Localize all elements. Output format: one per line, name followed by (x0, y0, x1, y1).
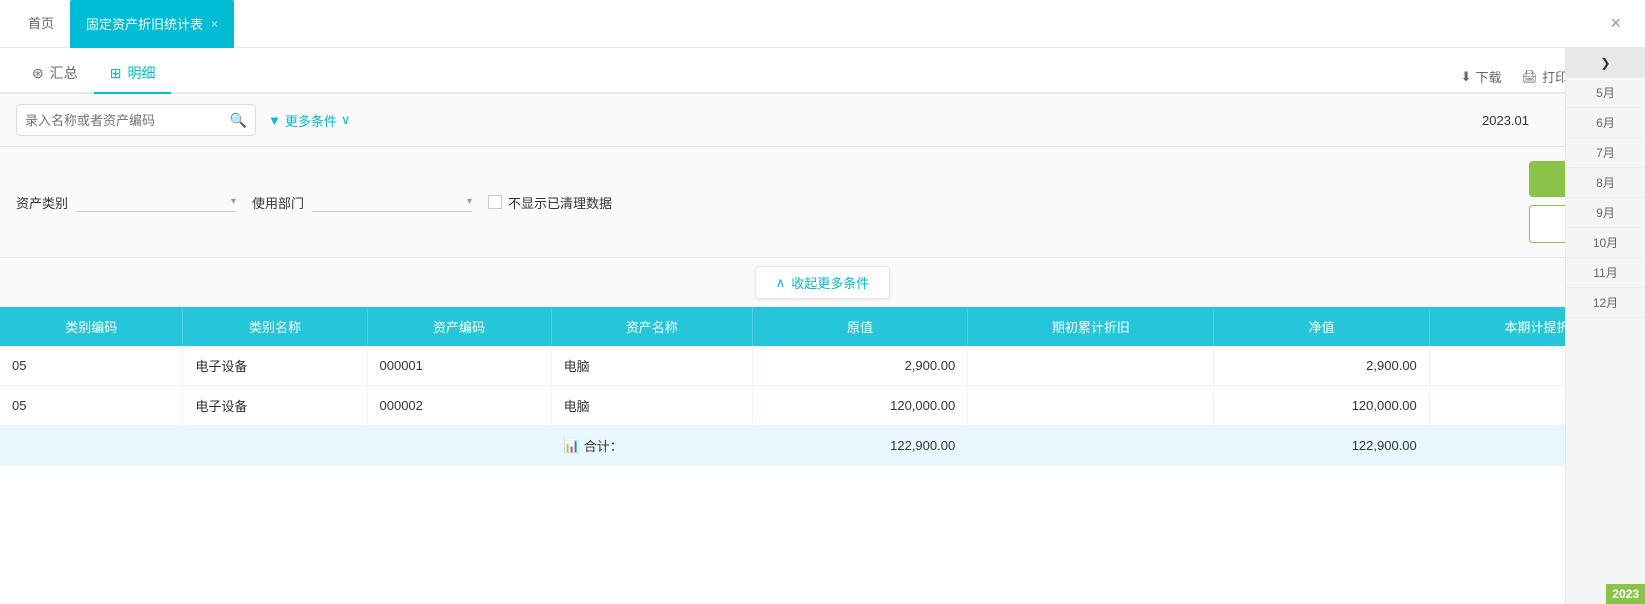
collapse-label: 收起更多条件 (791, 273, 869, 292)
month-5[interactable]: 5月 (1566, 78, 1645, 108)
col-header-cat-name: 类别名称 (183, 307, 367, 346)
col-header-original-value: 原值 (752, 307, 967, 346)
department-filter: 使用部门 ▾ (252, 192, 472, 212)
month-7[interactable]: 7月 (1566, 138, 1645, 168)
table-header-row: 类别编码 类别名称 资产编码 资产名称 原值 期初累计折旧 净值 本期计提折 (0, 307, 1645, 346)
asset-category-arrow-icon: ▾ (231, 196, 236, 207)
month-9[interactable]: 9月 (1566, 198, 1645, 228)
total-original-value: 122,900.00 (752, 426, 967, 466)
collapse-bar: ∧ 收起更多条件 (0, 258, 1645, 307)
filter-icon: ▼ (268, 113, 281, 128)
date-nav-toggle[interactable]: ❯ (1566, 48, 1645, 78)
col-header-asset-name: 资产名称 (551, 307, 752, 346)
cell-asset-code: 000001 (367, 346, 551, 386)
table-row: 05 电子设备 000002 电脑 120,000.00 120,000.00 (0, 386, 1645, 426)
main-content-area: ⊛ 汇总 ⊞ 明细 ⬇ 下载 🖨 打印 ↻ 刷新 🔍 (0, 48, 1645, 604)
top-navigation: 首页 固定资产折旧统计表 × × (0, 0, 1645, 48)
department-label: 使用部门 (252, 193, 304, 212)
data-table-wrapper: 类别编码 类别名称 资产编码 资产名称 原值 期初累计折旧 净值 本期计提折 0… (0, 307, 1645, 466)
department-select[interactable]: ▾ (312, 192, 472, 212)
year-badge: 2023 (1606, 584, 1645, 604)
search-filter-bar: 🔍 ▼ 更多条件 ∨ 2023.01 (0, 94, 1645, 147)
tab-summary[interactable]: ⊛ 汇总 (16, 54, 94, 94)
tab-summary-label: 汇总 (50, 63, 78, 83)
col-header-cat-code: 类别编码 (0, 307, 183, 346)
cell-cat-name: 电子设备 (183, 346, 367, 386)
collapse-up-icon: ∧ (776, 275, 786, 291)
hide-cleared-label: 不显示已清理数据 (508, 193, 612, 212)
download-button[interactable]: ⬇ 下载 (1461, 67, 1502, 86)
tab-detail[interactable]: ⊞ 明细 (94, 54, 172, 94)
download-icon: ⬇ (1461, 69, 1472, 85)
cell-net-value: 2,900.00 (1214, 346, 1429, 386)
cell-asset-name: 电脑 (551, 346, 752, 386)
month-11[interactable]: 11月 (1566, 258, 1645, 288)
chevron-right-icon: ❯ (1600, 56, 1610, 70)
col-header-net-value: 净值 (1214, 307, 1429, 346)
table-total-row: 📊 合计： 122,900.00 122,900.00 (0, 426, 1645, 466)
home-nav-item[interactable]: 首页 (16, 0, 66, 48)
cell-original-value: 2,900.00 (752, 346, 967, 386)
search-icon[interactable]: 🔍 (230, 112, 247, 129)
month-10[interactable]: 10月 (1566, 228, 1645, 258)
active-tab[interactable]: 固定资产折旧统计表 × (70, 0, 234, 48)
cell-cat-code: 05 (0, 346, 183, 386)
asset-depreciation-table: 类别编码 类别名称 资产编码 资产名称 原值 期初累计折旧 净值 本期计提折 0… (0, 307, 1645, 466)
month-6[interactable]: 6月 (1566, 108, 1645, 138)
print-button[interactable]: 🖨 打印 (1522, 67, 1569, 86)
month-12[interactable]: 12月 (1566, 288, 1645, 318)
total-acc-depreciation (968, 426, 1214, 466)
date-navigation-sidebar: ❯ 5月 6月 7月 8月 9月 10月 11月 12月 2023 (1565, 48, 1645, 604)
print-icon: 🖨 (1522, 69, 1539, 85)
col-header-acc-depreciation: 期初累计折旧 (968, 307, 1214, 346)
total-icon: 📊 (564, 438, 580, 454)
asset-category-label: 资产类别 (16, 193, 68, 212)
more-filter-label: 更多条件 (285, 111, 337, 130)
cell-cat-code: 05 (0, 386, 183, 426)
cell-net-value: 120,000.00 (1214, 386, 1429, 426)
total-net-value: 122,900.00 (1214, 426, 1429, 466)
cell-acc-depreciation (968, 386, 1214, 426)
total-label: 📊 合计： (551, 426, 752, 466)
cell-original-value: 120,000.00 (752, 386, 967, 426)
download-label: 下载 (1476, 67, 1502, 86)
window-close-button[interactable]: × (1602, 13, 1629, 34)
advanced-filter-section: 资产类别 ▾ 使用部门 ▾ 不显示已清理数据 查询 重置 (0, 147, 1645, 258)
cell-asset-code: 000002 (367, 386, 551, 426)
cell-acc-depreciation (968, 346, 1214, 386)
hide-cleared-filter[interactable]: 不显示已清理数据 (488, 193, 612, 212)
tab-label: 固定资产折旧统计表 (86, 14, 203, 33)
search-input[interactable] (25, 113, 224, 128)
col-header-asset-code: 资产编码 (367, 307, 551, 346)
tab-detail-label: 明细 (127, 63, 155, 83)
total-label-cell (0, 426, 551, 466)
tab-close-icon[interactable]: × (211, 17, 218, 31)
hide-cleared-checkbox[interactable] (488, 195, 502, 209)
detail-icon: ⊞ (110, 65, 122, 82)
department-arrow-icon: ▾ (467, 196, 472, 207)
month-8[interactable]: 8月 (1566, 168, 1645, 198)
more-filter-button[interactable]: ▼ 更多条件 ∨ (268, 111, 350, 130)
cell-cat-name: 电子设备 (183, 386, 367, 426)
summary-icon: ⊛ (32, 65, 44, 82)
asset-category-select[interactable]: ▾ (76, 192, 236, 212)
cell-asset-name: 电脑 (551, 386, 752, 426)
asset-category-filter: 资产类别 ▾ (16, 192, 236, 212)
table-row: 05 电子设备 000001 电脑 2,900.00 2,900.00 (0, 346, 1645, 386)
collapse-button[interactable]: ∧ 收起更多条件 (755, 266, 891, 299)
search-input-wrapper[interactable]: 🔍 (16, 104, 256, 136)
sub-tabs-bar: ⊛ 汇总 ⊞ 明细 ⬇ 下载 🖨 打印 ↻ 刷新 (0, 48, 1645, 94)
chevron-down-icon: ∨ (341, 112, 351, 128)
